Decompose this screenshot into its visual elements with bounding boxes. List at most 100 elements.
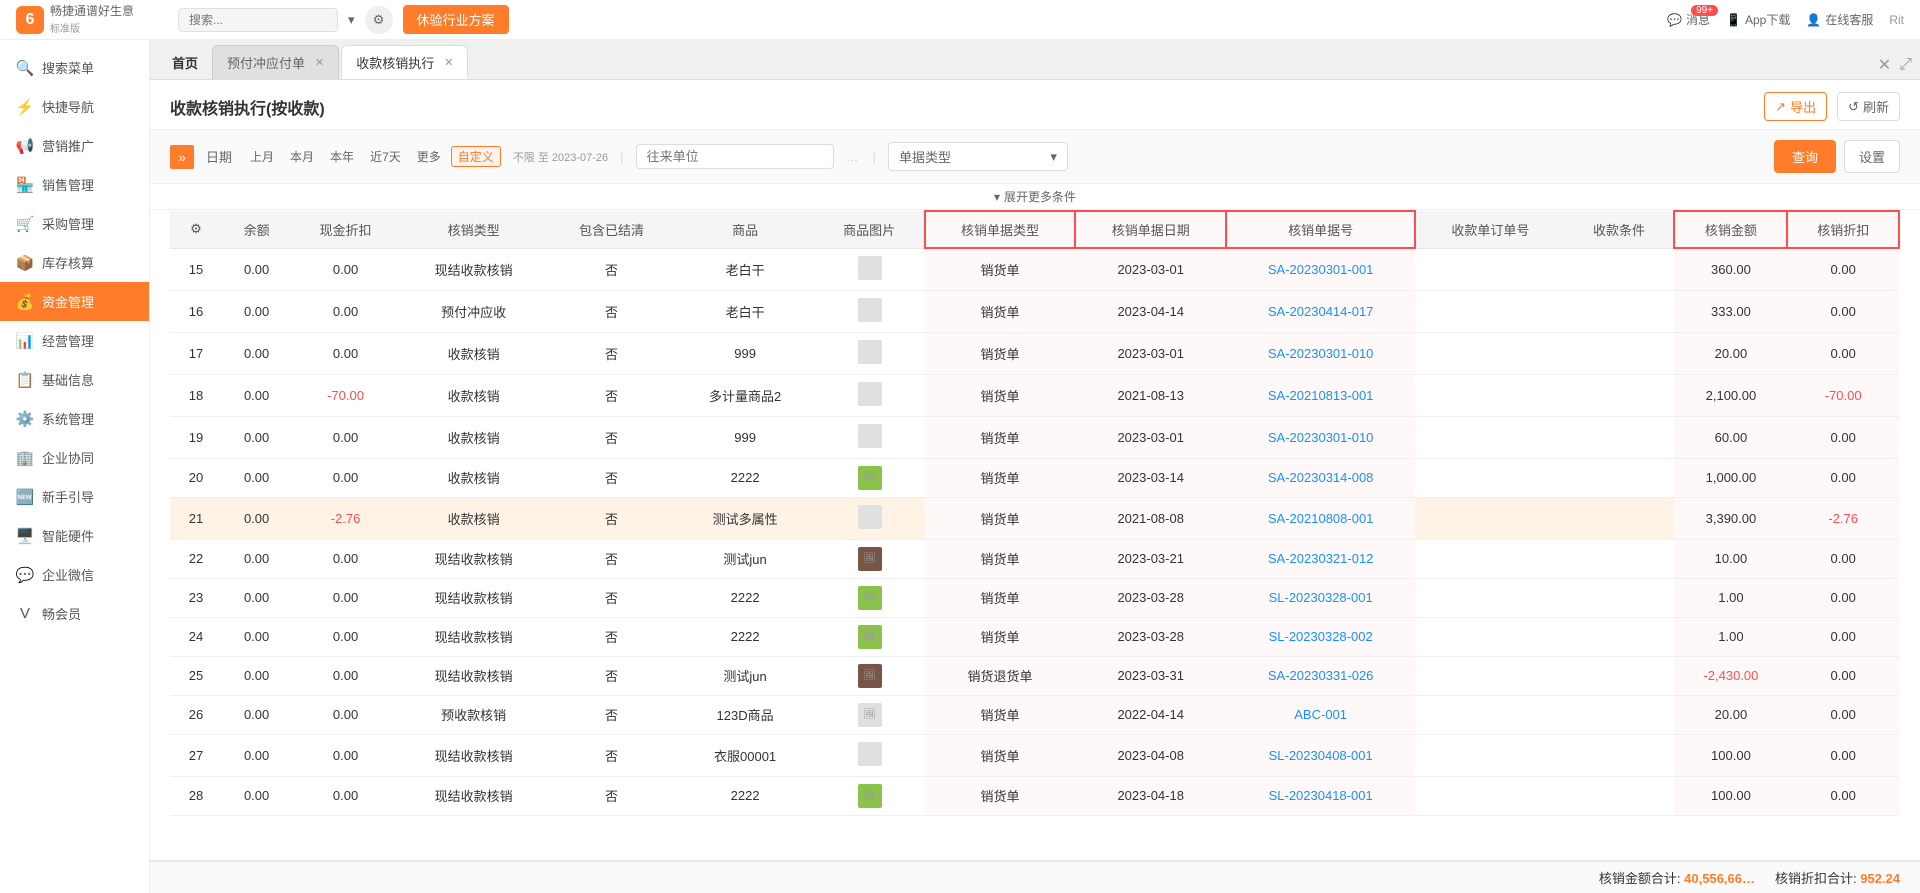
sidebar-item-sales[interactable]: 🏪 销售管理 [0,165,149,204]
cell-doc-type: 销货单 [925,539,1076,578]
tab-prepay[interactable]: 预付冲应付单 ✕ [212,45,339,79]
sidebar-item-basic-label: 基础信息 [42,370,94,389]
table-row: 25 0.00 0.00 现结收款核销 否 测试jun 🖼 销货退货单 2023… [170,656,1899,695]
date-last-7-days-btn[interactable]: 近7天 [364,146,407,167]
export-button[interactable]: ↗ 导出 [1764,92,1827,121]
cell-doc-date: 2023-04-14 [1075,290,1226,332]
user-name[interactable]: Rit [1889,13,1904,27]
discount-total-value: 952.24 [1860,871,1900,886]
doc-no-link[interactable]: SA-20230414-017 [1268,304,1374,319]
sidebar-item-system[interactable]: ⚙️ 系统管理 [0,399,149,438]
sidebar-item-search[interactable]: 🔍 搜索菜单 [0,48,149,87]
cell-cash-discount: -2.76 [291,497,400,539]
filter-expand-button[interactable]: » [170,145,194,169]
filter-separator-1: | [620,149,623,164]
partner-filter-input[interactable] [636,144,834,169]
doc-no-link[interactable]: SL-20230418-001 [1269,788,1373,803]
doc-no-link[interactable]: SA-20230301-010 [1268,346,1374,361]
doc-no-link[interactable]: SA-20210813-001 [1268,388,1374,403]
doc-no-link[interactable]: ABC-001 [1294,707,1347,722]
sidebar-item-inventory[interactable]: 📦 库存核算 [0,243,149,282]
doc-no-link[interactable]: SL-20230408-001 [1269,748,1373,763]
doc-no-link[interactable]: SA-20230321-012 [1268,551,1374,566]
industry-solution-button[interactable]: 休验行业方案 [403,5,509,34]
filter-settings-button[interactable]: 设置 [1844,140,1900,173]
cell-doc-type: 销货单 [925,497,1076,539]
sidebar-item-hardware[interactable]: 🖥️ 智能硬件 [0,516,149,555]
cell-discount: 0.00 [1787,416,1899,458]
doc-no-link[interactable]: SA-20230301-010 [1268,430,1374,445]
tab-prepay-close-icon[interactable]: ✕ [315,56,324,69]
cell-cash-discount: 0.00 [291,332,400,374]
cell-num: 16 [170,290,222,332]
query-button[interactable]: 查询 [1774,140,1836,173]
sidebar-item-marketing[interactable]: 📢 营销推广 [0,126,149,165]
sidebar-item-finance[interactable]: 💰 资金管理 [0,282,149,321]
sidebar-item-shortcut[interactable]: ⚡ 快捷导航 [0,87,149,126]
expand-more-bar[interactable]: ▾ 展开更多条件 [150,184,1920,210]
table-row: 26 0.00 0.00 预收款核销 否 123D商品 🖼 销货单 2022-0… [170,695,1899,734]
cell-num: 19 [170,416,222,458]
tab-expand-icon[interactable]: ⤢ [1899,56,1912,74]
sidebar-item-corp[interactable]: 🏢 企业协同 [0,438,149,477]
sidebar-item-wechat[interactable]: 💬 企业微信 [0,555,149,594]
cell-doc-no: ABC-001 [1226,695,1415,734]
tab-collection-close-icon[interactable]: ✕ [444,56,453,69]
cell-doc-type: 销货单 [925,374,1076,416]
cell-doc-no: SA-20230314-008 [1226,458,1415,497]
cell-doc-no: SL-20230418-001 [1226,776,1415,815]
cell-doc-date: 2023-03-28 [1075,578,1226,617]
cell-receipt-cond [1564,416,1674,458]
page-content: 收款核销执行(按收款) ↗ 导出 ↺ 刷新 » 日期 上月 [150,80,1920,893]
cell-receipt-cond [1564,539,1674,578]
cell-doc-type: 销货单 [925,290,1076,332]
cell-receipt-cond [1564,332,1674,374]
sidebar-item-basic[interactable]: 📋 基础信息 [0,360,149,399]
doc-no-link[interactable]: SA-20210808-001 [1268,511,1374,526]
app-download-button[interactable]: 📱 App下载 [1726,11,1790,28]
doc-no-link[interactable]: SA-20230331-026 [1268,668,1374,683]
date-this-year-btn[interactable]: 本年 [324,146,360,167]
dropdown-arrow-icon[interactable]: ▾ [348,12,355,28]
date-last-month-btn[interactable]: 上月 [244,146,280,167]
settings-gear-icon[interactable]: ⚙ [365,6,393,34]
tab-home[interactable]: 首页 [158,45,212,79]
cell-num: 22 [170,539,222,578]
sidebar-item-operation[interactable]: 📊 经营管理 [0,321,149,360]
cell-goods: 2222 [676,776,815,815]
cell-goods: 2222 [676,458,815,497]
sidebar-item-operation-label: 经营管理 [42,331,94,350]
app-icon: 📱 [1726,13,1741,27]
refresh-icon: ↺ [1848,99,1859,115]
doc-no-link[interactable]: SL-20230328-002 [1269,629,1373,644]
doc-no-link[interactable]: SL-20230328-001 [1269,590,1373,605]
tab-collection[interactable]: 收款核销执行 ✕ [341,45,468,79]
doc-type-filter-select[interactable]: 单据类型 ▾ [888,142,1068,171]
col-header-doc-date: 核销单据日期 [1075,211,1226,248]
refresh-button[interactable]: ↺ 刷新 [1837,92,1900,121]
date-this-month-btn[interactable]: 本月 [284,146,320,167]
tab-close-window-icon[interactable]: ✕ [1878,55,1891,75]
cell-receipt-no [1415,578,1564,617]
app-logo: 6 畅捷通谱好生意 标准版 [16,4,166,35]
online-service-button[interactable]: 👤 在线客服 [1806,11,1873,28]
date-custom-btn[interactable]: 自定义 [451,146,501,167]
doc-no-link[interactable]: SA-20230301-001 [1268,262,1374,277]
date-more-btn[interactable]: 更多 [411,146,447,167]
cell-doc-date: 2023-03-01 [1075,248,1226,290]
data-table: ⚙ 余额 现金折扣 核销类型 包含已结清 商品 商品图片 核销单据类型 核销单据… [170,210,1900,816]
cell-cash-discount: 0.00 [291,656,400,695]
cell-included: 否 [548,248,676,290]
cell-receipt-cond [1564,776,1674,815]
sidebar-item-shortcut-label: 快捷导航 [42,97,94,116]
top-search-input[interactable] [178,8,338,32]
cell-doc-no: SL-20230328-001 [1226,578,1415,617]
cell-goods-img [815,332,925,374]
message-button[interactable]: 💬 消息 99+ [1667,11,1710,28]
sidebar-item-guide[interactable]: 🆕 新手引导 [0,477,149,516]
doc-no-link[interactable]: SA-20230314-008 [1268,470,1374,485]
cell-doc-date: 2023-04-18 [1075,776,1226,815]
sidebar-item-member[interactable]: V 畅会员 [0,594,149,633]
col-header-gear[interactable]: ⚙ [170,211,222,248]
sidebar-item-purchase[interactable]: 🛒 采购管理 [0,204,149,243]
